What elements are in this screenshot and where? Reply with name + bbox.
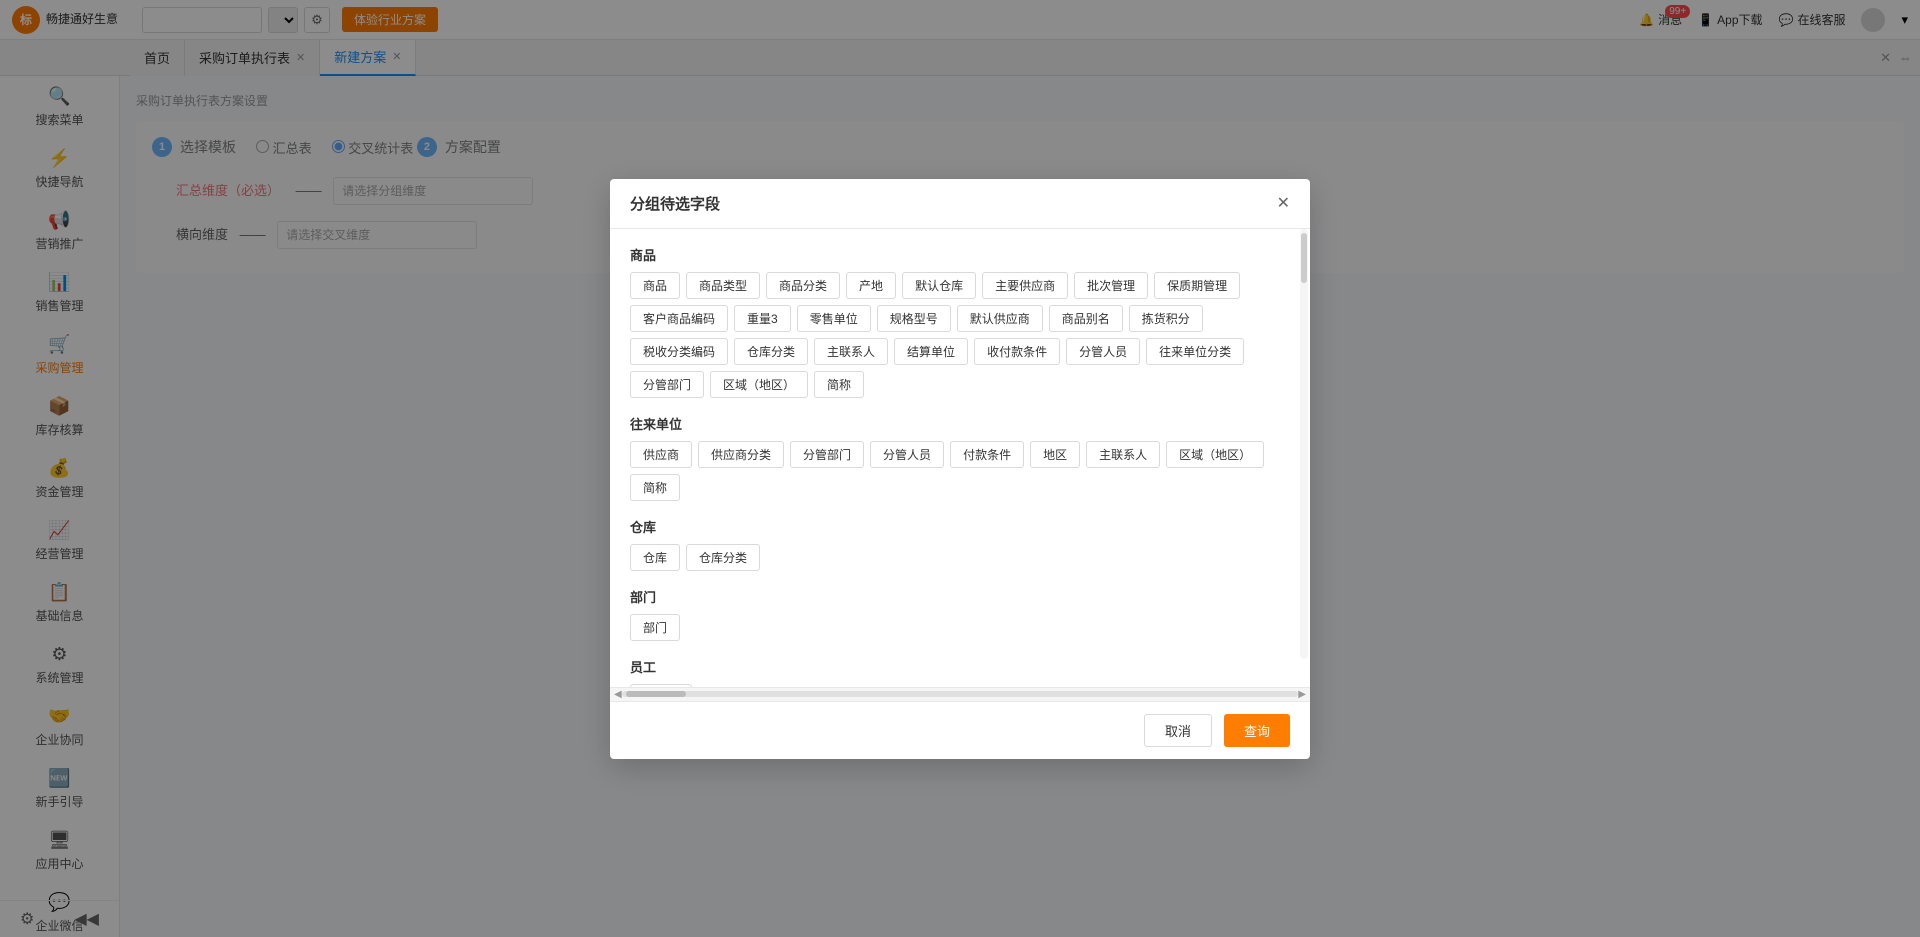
vertical-scrollbar-thumb xyxy=(1301,233,1307,283)
field-tag[interactable]: 仓库 xyxy=(630,544,680,571)
cancel-button[interactable]: 取消 xyxy=(1144,714,1212,747)
section-goods-title: 商品 xyxy=(630,245,1290,264)
field-tag[interactable]: 往来单位分类 xyxy=(1146,338,1244,365)
field-tag[interactable]: 分管人员 xyxy=(870,441,944,468)
field-tag[interactable]: 商品 xyxy=(630,272,680,299)
section-warehouse-title: 仓库 xyxy=(630,517,1290,536)
field-tag[interactable]: 简称 xyxy=(630,474,680,501)
section-goods-tags: 商品 商品类型 商品分类 产地 默认仓库 主要供应商 批次管理 保质期管理 客户… xyxy=(630,272,1290,398)
confirm-button[interactable]: 查询 xyxy=(1224,714,1290,747)
field-tag[interactable]: 仓库分类 xyxy=(686,544,760,571)
field-tag[interactable]: 主联系人 xyxy=(814,338,888,365)
field-tag[interactable]: 产地 xyxy=(846,272,896,299)
field-tag[interactable]: 批次管理 xyxy=(1074,272,1148,299)
field-tag[interactable]: 主要供应商 xyxy=(982,272,1068,299)
modal-horizontal-scrollbar[interactable]: ◀ ▶ xyxy=(610,687,1310,701)
section-partner-title: 往来单位 xyxy=(630,414,1290,433)
field-tag[interactable]: 供应商分类 xyxy=(698,441,784,468)
modal-close-button[interactable]: ✕ xyxy=(1277,193,1290,213)
field-tag[interactable]: 商品类型 xyxy=(686,272,760,299)
field-tag[interactable]: 税收分类编码 xyxy=(630,338,728,365)
field-tag[interactable]: 主联系人 xyxy=(1086,441,1160,468)
modal-vertical-scrollbar[interactable] xyxy=(1300,229,1308,659)
section-employee: 员工 业务员 xyxy=(630,657,1290,687)
scrollbar-track xyxy=(622,691,1299,697)
field-tag[interactable]: 零售单位 xyxy=(797,305,871,332)
field-tag[interactable]: 结算单位 xyxy=(894,338,968,365)
field-tag[interactable]: 分管部门 xyxy=(790,441,864,468)
field-tag[interactable]: 保质期管理 xyxy=(1154,272,1240,299)
section-goods: 商品 商品 商品类型 商品分类 产地 默认仓库 主要供应商 批次管理 保质期管理… xyxy=(630,245,1290,398)
field-tag[interactable]: 默认供应商 xyxy=(957,305,1043,332)
field-tag[interactable]: 客户商品编码 xyxy=(630,305,728,332)
scrollbar-thumb xyxy=(626,691,686,697)
field-tag[interactable]: 部门 xyxy=(630,614,680,641)
section-dept-title: 部门 xyxy=(630,587,1290,606)
section-employee-title: 员工 xyxy=(630,657,1290,676)
field-tag[interactable]: 区域（地区） xyxy=(710,371,808,398)
section-partner: 往来单位 供应商 供应商分类 分管部门 分管人员 付款条件 地区 主联系人 区域… xyxy=(630,414,1290,501)
scroll-left-arrow[interactable]: ◀ xyxy=(614,689,622,700)
field-tag[interactable]: 规格型号 xyxy=(877,305,951,332)
field-tag[interactable]: 拣货积分 xyxy=(1129,305,1203,332)
section-dept-tags: 部门 xyxy=(630,614,1290,641)
field-tag[interactable]: 商品分类 xyxy=(766,272,840,299)
modal-header: 分组待选字段 ✕ xyxy=(610,179,1310,229)
modal-body: 商品 商品 商品类型 商品分类 产地 默认仓库 主要供应商 批次管理 保质期管理… xyxy=(610,229,1310,687)
field-tag[interactable]: 供应商 xyxy=(630,441,692,468)
field-tag[interactable]: 分管部门 xyxy=(630,371,704,398)
field-tag[interactable]: 收付款条件 xyxy=(974,338,1060,365)
field-tag[interactable]: 简称 xyxy=(814,371,864,398)
section-warehouse-tags: 仓库 仓库分类 xyxy=(630,544,1290,571)
field-select-modal: 分组待选字段 ✕ 商品 商品 商品类型 商品分类 产地 默认仓库 主要供应商 批… xyxy=(610,179,1310,759)
section-warehouse: 仓库 仓库 仓库分类 xyxy=(630,517,1290,571)
field-tag[interactable]: 付款条件 xyxy=(950,441,1024,468)
field-tag[interactable]: 分管人员 xyxy=(1066,338,1140,365)
scroll-right-arrow[interactable]: ▶ xyxy=(1298,689,1306,700)
field-tag[interactable]: 仓库分类 xyxy=(734,338,808,365)
field-tag[interactable]: 地区 xyxy=(1030,441,1080,468)
field-tag[interactable]: 默认仓库 xyxy=(902,272,976,299)
section-partner-tags: 供应商 供应商分类 分管部门 分管人员 付款条件 地区 主联系人 区域（地区） … xyxy=(630,441,1290,501)
field-tag[interactable]: 区域（地区） xyxy=(1166,441,1264,468)
modal-title: 分组待选字段 xyxy=(630,193,720,214)
modal-footer: 取消 查询 xyxy=(610,701,1310,759)
section-dept: 部门 部门 xyxy=(630,587,1290,641)
modal-overlay: 分组待选字段 ✕ 商品 商品 商品类型 商品分类 产地 默认仓库 主要供应商 批… xyxy=(0,0,1920,937)
field-tag[interactable]: 商品别名 xyxy=(1049,305,1123,332)
field-tag[interactable]: 重量3 xyxy=(734,305,791,332)
